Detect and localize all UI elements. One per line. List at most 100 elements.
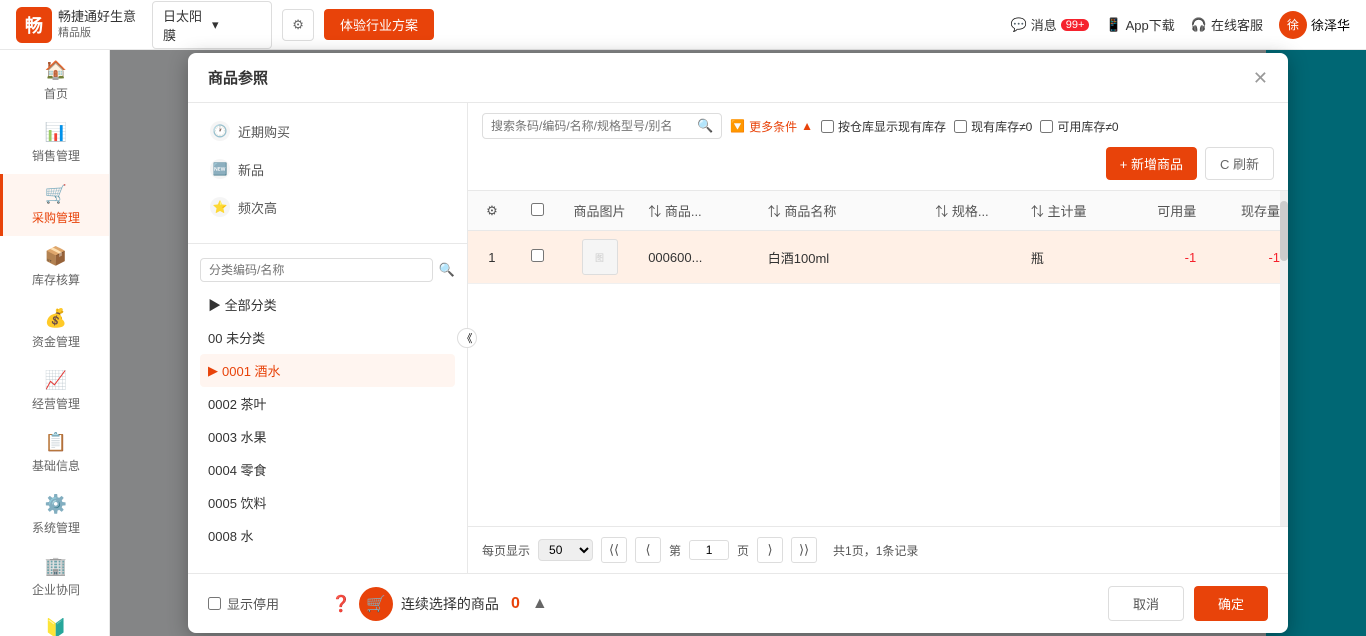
filter-more-label: 更多条件 [749,118,797,135]
avail-ne0-checkbox[interactable] [1040,120,1053,133]
settings-button[interactable]: ⚙ [282,9,314,41]
page-total-info: 共1页，1条记录 [833,542,918,559]
row-checkbox[interactable] [531,249,544,262]
last-page-button[interactable]: ⟩⟩ [791,537,817,563]
sidebar-item-home[interactable]: 🏠 首页 [0,50,109,112]
warehouse-checkbox[interactable] [821,120,834,133]
settings-col-icon[interactable]: ⚙ [486,203,498,218]
modal-header: 商品参照 ✕ [188,53,1288,103]
search-category-icon[interactable]: 🔍 [439,262,455,278]
footer-center: ❓ 🛒 连续选择的商品 0 ▲ [331,587,548,621]
next-page-button[interactable]: ⟩ [757,537,783,563]
stock-ne0-checkbox-label[interactable]: 现有库存≠0 [954,118,1032,135]
product-table: ⚙ 商品图片 [468,191,1288,284]
category-item-00[interactable]: 00 未分类 [200,321,455,354]
row-num: 1 [468,231,516,284]
new-icon: 🆕 [210,159,230,179]
current-page-input[interactable] [689,540,729,560]
category-item-0005[interactable]: 0005 饮料 [200,486,455,519]
per-page-select[interactable]: 50 100 200 [538,539,593,561]
table-header-row: ⚙ 商品图片 [468,191,1288,231]
app-download-button[interactable]: 📱 App下载 [1105,15,1174,34]
filter-more-button[interactable]: 🔽 更多条件 ▲ [730,118,813,135]
category-item-0010[interactable]: 0010 家电 [200,552,455,561]
home-icon: 🏠 [45,60,67,81]
collapse-left-button[interactable]: 《 [457,328,477,348]
avail-ne0-label: 可用库存≠0 [1057,118,1118,135]
refresh-table-button[interactable]: C 刷新 [1205,147,1274,180]
help-icon[interactable]: ❓ [331,594,351,614]
frequent-label: 频次高 [238,198,277,217]
star-icon: ⭐ [210,197,230,217]
system-icon: ⚙️ [45,494,67,515]
select-all-checkbox[interactable] [531,203,544,216]
show-disabled-text: 显示停用 [227,594,279,613]
row-spec [927,231,1023,284]
sidebar-item-operation[interactable]: 📈 经营管理 [0,360,109,422]
pagination-area: 每页显示 50 100 200 ⟨⟨ ⟨ 第 页 ⟩ [468,526,1288,573]
row-checkbox-cell[interactable] [516,231,559,284]
category-item-0004[interactable]: 0004 零食 [200,453,455,486]
modal-toolbar: 🔍 🔽 更多条件 ▲ 按仓库显示现有库存 [468,103,1288,191]
category-search-input[interactable] [200,258,433,282]
recent-purchase-button[interactable]: 🕐 近期购买 [200,115,455,147]
category-item-0008[interactable]: 0008 水 [200,519,455,552]
sidebar-item-purchase[interactable]: 🛒 采购管理 [0,174,109,236]
sidebar-item-label: 基础信息 [32,457,80,474]
category-item-0002[interactable]: 0002 茶叶 [200,387,455,420]
chevron-up-icon: ▲ [801,119,813,133]
warehouse-checkbox-label[interactable]: 按仓库显示现有库存 [821,118,946,135]
table-scrollbar[interactable] [1280,191,1288,526]
message-button[interactable]: 💬 消息 99+ [1011,15,1090,34]
user-avatar-area[interactable]: 徐 徐泽华 [1279,11,1350,39]
collapse-cart-button[interactable]: ▲ [532,595,548,613]
product-search-box[interactable]: 🔍 [482,113,722,139]
col-header-spec[interactable]: ⇅ 规格... [927,191,1023,231]
category-item-all[interactable]: ▶ 全部分类 [200,288,455,321]
online-service-button[interactable]: 🎧 在线客服 [1191,15,1263,34]
arrow-icon: ▶ [208,363,218,379]
cart-button[interactable]: 🛒 [359,587,393,621]
stock-ne0-checkbox[interactable] [954,120,967,133]
new-product-button[interactable]: 🆕 新品 [200,153,455,185]
cancel-button[interactable]: 取消 [1108,586,1184,621]
prev-page-button[interactable]: ⟨ [635,537,661,563]
product-search-input[interactable] [491,119,691,133]
sidebar-item-basic[interactable]: 📋 基础信息 [0,422,109,484]
user-name: 徐泽华 [1311,15,1350,34]
category-label: ▶ 全部分类 [208,295,277,314]
sidebar-item-sales[interactable]: 📊 销售管理 [0,112,109,174]
category-item-0001[interactable]: ▶ 0001 酒水 [200,354,455,387]
frequent-button[interactable]: ⭐ 频次高 [200,191,455,223]
sidebar-item-finance[interactable]: 💰 资金管理 [0,298,109,360]
col-header-unit[interactable]: ⇅ 主计量 [1023,191,1109,231]
stock-ne0-label: 现有库存≠0 [971,118,1032,135]
avail-ne0-checkbox-label[interactable]: 可用库存≠0 [1040,118,1118,135]
confirm-button[interactable]: 确定 [1194,586,1268,621]
add-product-button[interactable]: + 新增商品 [1106,147,1197,180]
modal-close-button[interactable]: ✕ [1253,69,1268,87]
company-selector[interactable]: 日太阳膜 ▾ [152,1,272,49]
show-disabled-checkbox[interactable] [208,597,221,610]
quick-buttons-area: 🕐 近期购买 🆕 新品 ⭐ 频次高 [188,115,467,223]
col-header-name[interactable]: ⇅ 商品名称 [760,191,927,231]
search-icon[interactable]: 🔍 [697,118,713,134]
modal-left-panel: 🕐 近期购买 🆕 新品 ⭐ 频次高 [188,103,468,573]
first-page-button[interactable]: ⟨⟨ [601,537,627,563]
product-table-area: ⚙ 商品图片 [468,191,1288,526]
sidebar-item-inventory[interactable]: 📦 库存核算 [0,236,109,298]
col-header-code[interactable]: ⇅ 商品... [640,191,760,231]
row-stock: -1 [1204,231,1288,284]
col-header-stock: 现存量 [1204,191,1288,231]
sidebar-item-enterprise[interactable]: 🏢 企业协同 [0,546,109,608]
filter-icon: 🔽 [730,119,745,133]
category-label: 0005 饮料 [208,493,267,512]
product-image: 图 [582,239,618,275]
sidebar-item-guide[interactable]: 🔰 新手引导 [0,608,109,636]
trial-button[interactable]: 体验行业方案 [324,9,434,40]
show-disabled-label[interactable]: 显示停用 [208,594,279,613]
cart-count: 0 [511,595,520,613]
sidebar-item-system[interactable]: ⚙️ 系统管理 [0,484,109,546]
category-item-0003[interactable]: 0003 水果 [200,420,455,453]
table-row[interactable]: 1 图 [468,231,1288,284]
